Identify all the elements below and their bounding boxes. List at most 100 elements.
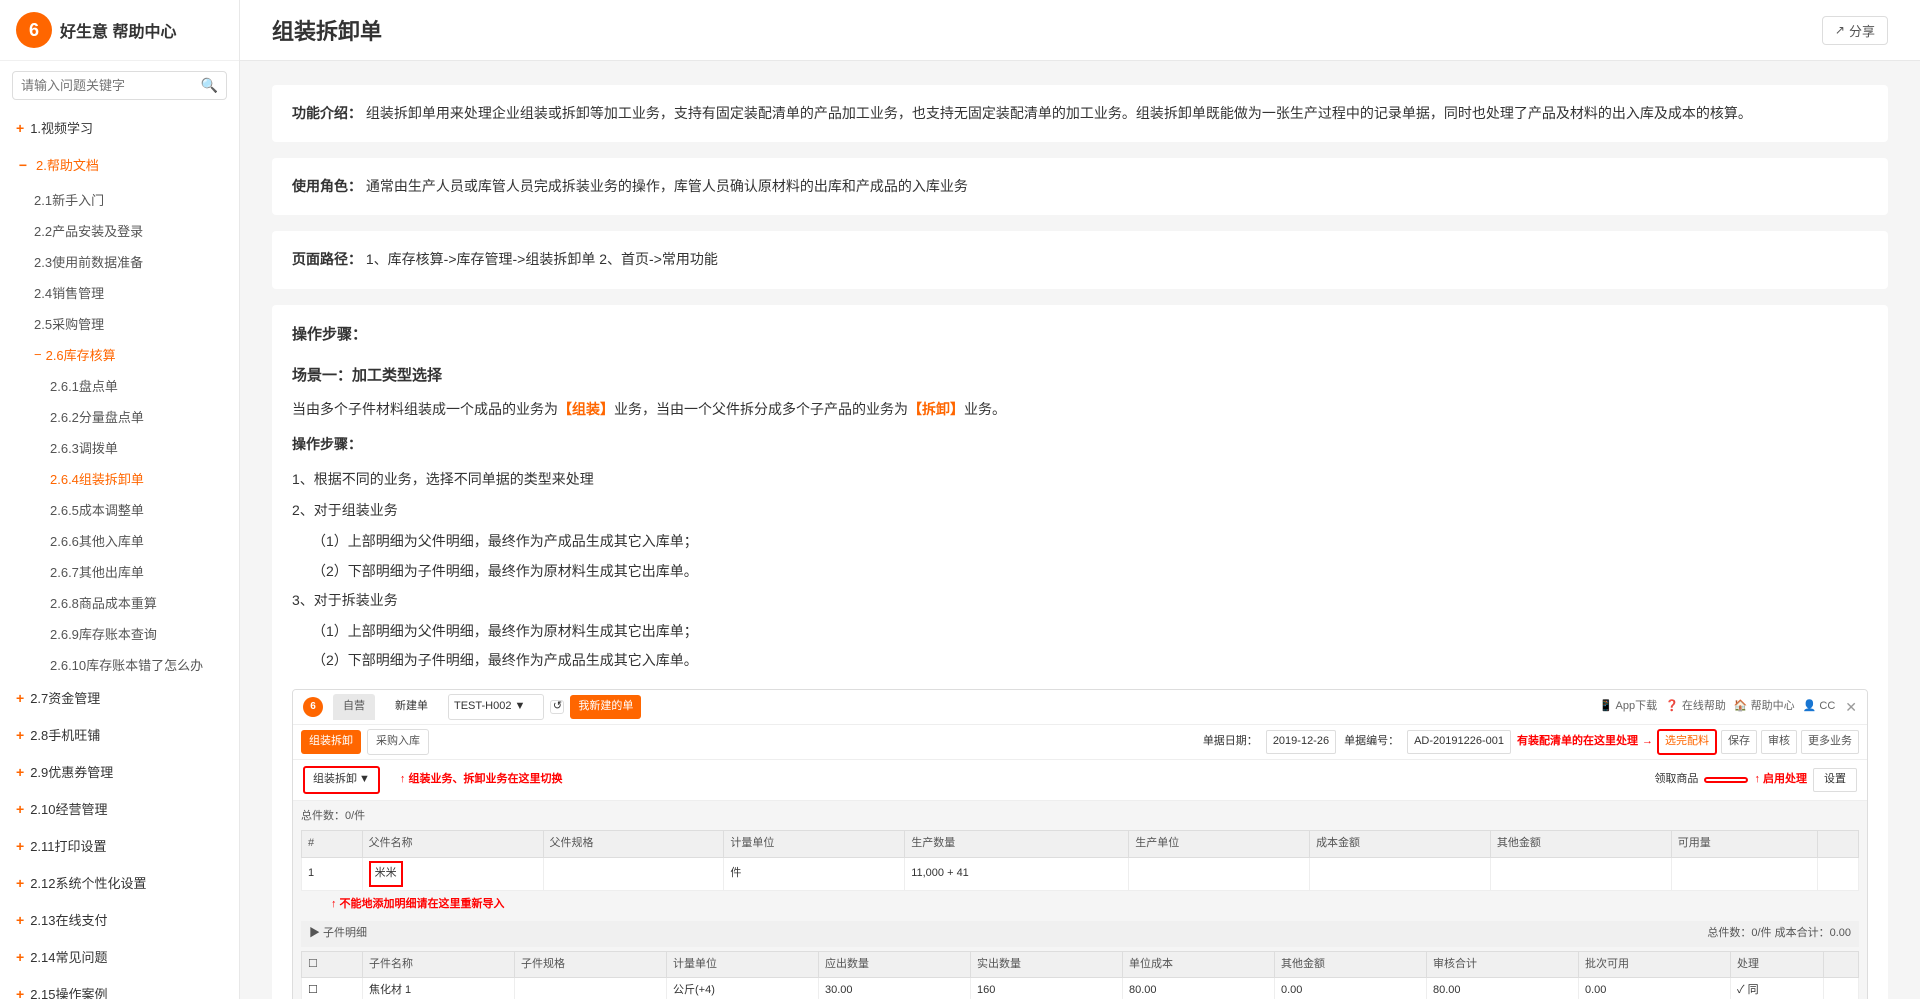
mock-assemble-tab[interactable]: 组装拆卸 xyxy=(301,730,361,754)
mock-arrow-right: → xyxy=(1642,732,1653,752)
sidebar-item-2-6-3[interactable]: 2.6.3调拨单 xyxy=(0,432,239,463)
mock-lower-area: ▶ 子件明细 总件数：0/件 成本合计：0.00 ☐ 子件名称 子件规格 计量单… xyxy=(293,921,1867,999)
sidebar-item-label-2: 2.帮助文档 xyxy=(36,156,99,176)
mock-right-row: 领取商品 ↑ 启用处理 设置 xyxy=(1654,768,1857,792)
mock-new-order-btn[interactable]: 我新建的单 xyxy=(570,695,641,719)
sidebar-item-2-9[interactable]: + 2.9优惠券管理 xyxy=(0,754,239,791)
sidebar-item-2-6-5[interactable]: 2.6.5成本调整单 xyxy=(0,494,239,525)
sidebar-item-2-12[interactable]: + 2.12系统个性化设置 xyxy=(0,865,239,902)
mock-doc-date-label: 单据日期： xyxy=(1203,732,1258,752)
sidebar-item-2-6[interactable]: − 2.6库存核算 xyxy=(0,339,239,370)
sidebar-item-2-6-8[interactable]: 2.6.8商品成本重算 xyxy=(0,587,239,618)
app-title: 好生意 帮助中心 xyxy=(60,18,176,42)
mock-more-btn[interactable]: 更多业务 xyxy=(1801,730,1859,754)
mock-cell-num: 1 xyxy=(302,858,363,891)
expand-icon-2-12: + xyxy=(16,873,24,894)
search-box[interactable]: 🔍 xyxy=(12,71,227,100)
intro-block-2: 使用角色： 通常由生产人员或库管人员完成拆装业务的操作，库管人员确认原材料的出库… xyxy=(272,158,1888,215)
share-icon: ↗ xyxy=(1835,23,1845,37)
sidebar-item-2-14[interactable]: + 2.14常见问题 xyxy=(0,939,239,976)
step-2: 2、对于组装业务 xyxy=(292,498,1868,523)
mock-tab-new[interactable]: 新建单 xyxy=(385,694,438,720)
main-header: 组装拆卸单 ↗ 分享 xyxy=(240,0,1920,61)
sidebar-item-2-7[interactable]: + 2.7资金管理 xyxy=(0,680,239,717)
share-label: 分享 xyxy=(1849,21,1875,40)
mock-selector[interactable]: TEST-H002 ▼ xyxy=(448,694,544,720)
mock-user-icon: 👤 CC xyxy=(1803,697,1836,717)
mock-lth-cost3: 审核合计 xyxy=(1427,951,1579,978)
mock-doc-info: 单据日期： 2019-12-26 单据编号： AD-20191226-001 xyxy=(1203,730,1511,754)
search-input[interactable] xyxy=(21,78,201,93)
mock-doc-date[interactable]: 2019-12-26 xyxy=(1266,730,1336,754)
collapse-icon-2-6: − xyxy=(34,347,42,362)
mock-name-input[interactable]: 米米 xyxy=(369,861,403,887)
sidebar-item-2-5[interactable]: 2.5采购管理 xyxy=(0,308,239,339)
mock-receive-input[interactable] xyxy=(1704,777,1748,783)
mock-cell-prod-unit xyxy=(1129,858,1310,891)
sidebar-item-2-6-7[interactable]: 2.6.7其他出库单 xyxy=(0,556,239,587)
mock-lth-spec: 子件规格 xyxy=(515,951,667,978)
expand-icon-2-8: + xyxy=(16,725,24,746)
mock-select-material-btn[interactable]: 选完配料 xyxy=(1657,729,1717,755)
mock-save-btn[interactable]: 保存 xyxy=(1721,730,1757,754)
sidebar-item-2-1[interactable]: 2.1新手入门 xyxy=(0,184,239,215)
sidebar-item-2-15[interactable]: + 2.15操作案例 xyxy=(0,976,239,999)
expand-icon-2-10: + xyxy=(16,799,24,820)
mock-lth-name: 子件名称 xyxy=(363,951,515,978)
mock-cell-spec xyxy=(543,858,724,891)
mock-lth-real: 实出数量 xyxy=(971,951,1123,978)
share-button[interactable]: ↗ 分享 xyxy=(1822,16,1888,45)
intro-block-3: 页面路径： 1、库存核算->库存管理->组装拆卸单 2、首页->常用功能 xyxy=(272,231,1888,288)
mock-top-right: 📱 App下载 ❓ 在线帮助 🏠 帮助中心 👤 CC xyxy=(1599,697,1835,717)
sidebar-item-2-2[interactable]: 2.2产品安装及登录 xyxy=(0,215,239,246)
mock-count-label: 总件数：0/件 xyxy=(301,807,365,827)
mock-lth-cost2: 其他金额 xyxy=(1275,951,1427,978)
mock-approve-btn[interactable]: 审核 xyxy=(1761,730,1797,754)
sidebar-item-2-4[interactable]: 2.4销售管理 xyxy=(0,277,239,308)
mock-cell-qty: 11,000 + 41 xyxy=(905,858,1129,891)
mock-th-cost: 成本金额 xyxy=(1310,831,1491,858)
intro-text3: 1、库存核算->库存管理->组装拆卸单 2、首页->常用功能 xyxy=(366,251,718,267)
sidebar-item-2-6-2[interactable]: 2.6.2分量盘点单 xyxy=(0,401,239,432)
mock-th-ops xyxy=(1817,831,1858,858)
scene1-desc: 当由多个子件材料组装成一个成品的业务为【组装】业务，当由一个父件拆分成多个子产品… xyxy=(292,397,1868,422)
mock-type-dropdown[interactable]: 组装拆卸 ▼ xyxy=(303,766,380,794)
sidebar-item-2-6-10[interactable]: 2.6.10库存账本错了怎么办 xyxy=(0,649,239,680)
expand-icon-2-7: + xyxy=(16,688,24,709)
mock-lower-row-1: ☐ 焦化材 1 公斤(+4) 30.00 160 80.00 0.00 80.0… xyxy=(302,978,1859,999)
search-icon[interactable]: 🔍 xyxy=(201,77,218,94)
mock-annotation2-text: ↑ 组装业务、拆卸业务在这里切换 xyxy=(400,770,563,790)
mock-th-parent-spec: 父件规格 xyxy=(543,831,724,858)
mock-close-btn[interactable]: ✕ xyxy=(1845,695,1857,720)
mock-doc-no[interactable]: AD-20191226-001 xyxy=(1407,730,1511,754)
sidebar-item-2-6-9[interactable]: 2.6.9库存账本查询 xyxy=(0,618,239,649)
sidebar-item-2-6-6[interactable]: 2.6.6其他入库单 xyxy=(0,525,239,556)
sidebar-item-2-6-1[interactable]: 2.6.1盘点单 xyxy=(0,370,239,401)
logo-icon: 6 xyxy=(16,12,52,48)
mock-refresh-icon[interactable]: ↺ xyxy=(550,700,564,714)
sidebar-header: 6 好生意 帮助中心 xyxy=(0,0,239,61)
operations-block: 操作步骤： 场景一：加工类型选择 当由多个子件材料组装成一个成品的业务为【组装】… xyxy=(272,305,1888,999)
sidebar-item-1[interactable]: + 1.视频学习 xyxy=(0,110,239,147)
sidebar-item-label-1: 1.视频学习 xyxy=(30,119,93,139)
nav-section: + 1.视频学习 − 2.帮助文档 2.1新手入门 2.2产品安装及登录 2.3… xyxy=(0,110,239,999)
mock-set-btn[interactable]: 设置 xyxy=(1813,768,1857,792)
mock-tab-home[interactable]: 自营 xyxy=(333,694,375,720)
sidebar-item-2-13[interactable]: + 2.13在线支付 xyxy=(0,902,239,939)
sidebar-item-2[interactable]: − 2.帮助文档 xyxy=(0,147,239,184)
mock-th-other: 其他金额 xyxy=(1490,831,1671,858)
mock-type-selector-area: 组装拆卸 ▼ xyxy=(303,766,380,794)
mock-purchase-tab[interactable]: 采购入库 xyxy=(367,729,429,755)
mock-app: 6 自营 新建单 TEST-H002 ▼ ↺ 我新建的单 📱 App下载 ❓ 在… xyxy=(293,690,1867,999)
sidebar-item-2-3[interactable]: 2.3使用前数据准备 xyxy=(0,246,239,277)
mock-receive-label: 领取商品 xyxy=(1654,770,1698,790)
mock-cell-other xyxy=(1490,858,1671,891)
mock-lower-header: ▶ 子件明细 总件数：0/件 成本合计：0.00 xyxy=(301,921,1859,947)
expand-icon-2-9: + xyxy=(16,762,24,783)
sidebar-item-2-10[interactable]: + 2.10经营管理 xyxy=(0,791,239,828)
sidebar-item-2-11[interactable]: + 2.11打印设置 xyxy=(0,828,239,865)
expand-icon-2-13: + xyxy=(16,910,24,931)
intro-block-1: 功能介绍： 组装拆卸单用来处理企业组装或拆卸等加工业务，支持有固定装配清单的产品… xyxy=(272,85,1888,142)
sidebar-item-2-6-4[interactable]: 2.6.4组装拆卸单 xyxy=(0,463,239,494)
sidebar-item-2-8[interactable]: + 2.8手机旺铺 xyxy=(0,717,239,754)
